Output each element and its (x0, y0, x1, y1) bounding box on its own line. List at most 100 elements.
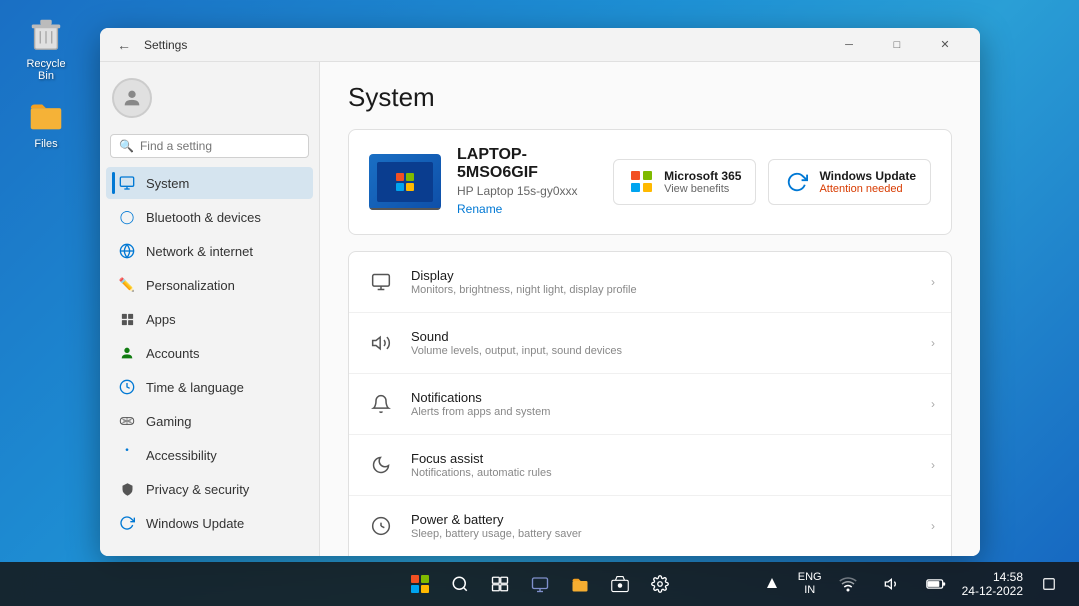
volume-icon[interactable] (874, 566, 910, 602)
notifications-icon (365, 388, 397, 420)
sidebar-item-accounts[interactable]: Accounts (106, 337, 313, 369)
device-model: HP Laptop 15s-gy0xxx (457, 184, 597, 198)
search-input[interactable] (140, 139, 300, 153)
taskbar-right: ENGIN 14:58 (754, 566, 1067, 602)
taskbar-center (402, 566, 678, 602)
remote-desktop-button[interactable] (522, 566, 558, 602)
focus-assist-title: Focus assist (411, 451, 917, 466)
clock[interactable]: 14:58 24-12-2022 (962, 570, 1023, 598)
system-icon (118, 174, 136, 192)
focus-assist-subtitle: Notifications, automatic rules (411, 467, 917, 479)
windows-update-icon (118, 514, 136, 532)
start-button[interactable] (402, 566, 438, 602)
notifications-title: Notifications (411, 390, 917, 405)
sidebar-item-bluetooth[interactable]: ◯ Bluetooth & devices (106, 201, 313, 233)
sidebar-item-privacy[interactable]: Privacy & security (106, 473, 313, 505)
sidebar-item-label: Gaming (146, 414, 192, 429)
power-battery-subtitle: Sleep, battery usage, battery saver (411, 528, 917, 540)
task-view-button[interactable] (482, 566, 518, 602)
notifications-subtitle: Alerts from apps and system (411, 406, 917, 418)
sidebar-item-time[interactable]: Time & language (106, 371, 313, 403)
taskbar-files-button[interactable] (562, 566, 598, 602)
chevron-right-icon: › (931, 336, 935, 350)
wu-title: Windows Update (819, 169, 916, 183)
sidebar-item-personalization[interactable]: ✏️ Personalization (106, 269, 313, 301)
ms365-quick-link[interactable]: Microsoft 365 View benefits (613, 159, 756, 205)
search-icon: 🔍 (119, 139, 134, 153)
gaming-icon (118, 412, 136, 430)
sidebar-item-label: Privacy & security (146, 482, 249, 497)
personalization-icon: ✏️ (118, 276, 136, 294)
battery-icon[interactable] (918, 566, 954, 602)
chevron-right-icon: › (931, 458, 935, 472)
time-display: 14:58 (962, 570, 1023, 584)
time-icon (118, 378, 136, 396)
sidebar-item-label: Windows Update (146, 516, 244, 531)
sidebar-item-label: System (146, 176, 189, 191)
system-tray-button[interactable] (754, 566, 790, 602)
device-info: LAPTOP-5MSO6GIF HP Laptop 15s-gy0xxx Ren… (457, 146, 597, 218)
chevron-right-icon: › (931, 275, 935, 289)
apps-icon (118, 310, 136, 328)
language-indicator[interactable]: ENGIN (798, 571, 822, 597)
device-card: LAPTOP-5MSO6GIF HP Laptop 15s-gy0xxx Ren… (348, 129, 952, 235)
sidebar-item-label: Bluetooth & devices (146, 210, 261, 225)
quick-links: Microsoft 365 View benefits Windo (613, 159, 931, 205)
main-area: 🔍 System ◯ Bluetooth & devices (100, 62, 980, 556)
display-subtitle: Monitors, brightness, night light, displ… (411, 284, 917, 296)
taskbar-settings-button[interactable] (642, 566, 678, 602)
sound-setting[interactable]: Sound Volume levels, output, input, soun… (349, 313, 951, 374)
wifi-icon[interactable] (830, 566, 866, 602)
ms365-subtitle: View benefits (664, 183, 741, 195)
sound-subtitle: Volume levels, output, input, sound devi… (411, 345, 917, 357)
sidebar-item-label: Accessibility (146, 448, 217, 463)
notification-center-button[interactable] (1031, 566, 1067, 602)
settings-window: ← Settings ─ □ ✕ 🔍 (100, 28, 980, 556)
accessibility-icon (118, 446, 136, 464)
notifications-setting[interactable]: Notifications Alerts from apps and syste… (349, 374, 951, 435)
taskbar: ENGIN 14:58 (0, 562, 1079, 606)
title-bar: ← Settings ─ □ ✕ (100, 28, 980, 62)
maximize-button[interactable]: □ (874, 28, 920, 62)
display-setting[interactable]: Display Monitors, brightness, night ligh… (349, 252, 951, 313)
files-icon[interactable]: Files (14, 90, 78, 154)
sidebar-item-accessibility[interactable]: Accessibility (106, 439, 313, 471)
taskbar-store-button[interactable] (602, 566, 638, 602)
ms365-icon (628, 168, 656, 196)
bluetooth-icon: ◯ (118, 208, 136, 226)
search-box[interactable]: 🔍 (110, 134, 309, 158)
power-battery-setting[interactable]: Power & battery Sleep, battery usage, ba… (349, 496, 951, 556)
ms365-title: Microsoft 365 (664, 169, 741, 183)
sidebar-item-windows-update[interactable]: Windows Update (106, 507, 313, 539)
minimize-button[interactable]: ─ (826, 28, 872, 62)
close-button[interactable]: ✕ (922, 28, 968, 62)
back-button[interactable]: ← (112, 33, 136, 57)
recycle-bin-icon[interactable]: Recycle Bin (14, 10, 78, 86)
window-title: Settings (144, 38, 826, 52)
power-battery-title: Power & battery (411, 512, 917, 527)
avatar[interactable] (112, 78, 152, 118)
sidebar-item-apps[interactable]: Apps (106, 303, 313, 335)
sidebar-item-label: Apps (146, 312, 176, 327)
sidebar-item-system[interactable]: System (106, 167, 313, 199)
sidebar-item-gaming[interactable]: Gaming (106, 405, 313, 437)
privacy-icon (118, 480, 136, 498)
sound-title: Sound (411, 329, 917, 344)
profile-section (100, 70, 319, 130)
sidebar-item-label: Personalization (146, 278, 235, 293)
sound-icon (365, 327, 397, 359)
device-name: LAPTOP-5MSO6GIF (457, 146, 597, 182)
settings-list: Display Monitors, brightness, night ligh… (348, 251, 952, 556)
focus-assist-setting[interactable]: Focus assist Notifications, automatic ru… (349, 435, 951, 496)
power-icon (365, 510, 397, 542)
content-area: System LAPTOP-5MSO6GIF HP Lapt (320, 62, 980, 556)
display-icon (365, 266, 397, 298)
device-image (369, 154, 441, 210)
rename-link[interactable]: Rename (457, 202, 502, 216)
taskbar-search-button[interactable] (442, 566, 478, 602)
windows-logo-small (396, 173, 414, 191)
sidebar-item-network[interactable]: Network & internet (106, 235, 313, 267)
wu-subtitle: Attention needed (819, 183, 916, 195)
sidebar-item-label: Network & internet (146, 244, 253, 259)
windows-update-quick-link[interactable]: Windows Update Attention needed (768, 159, 931, 205)
